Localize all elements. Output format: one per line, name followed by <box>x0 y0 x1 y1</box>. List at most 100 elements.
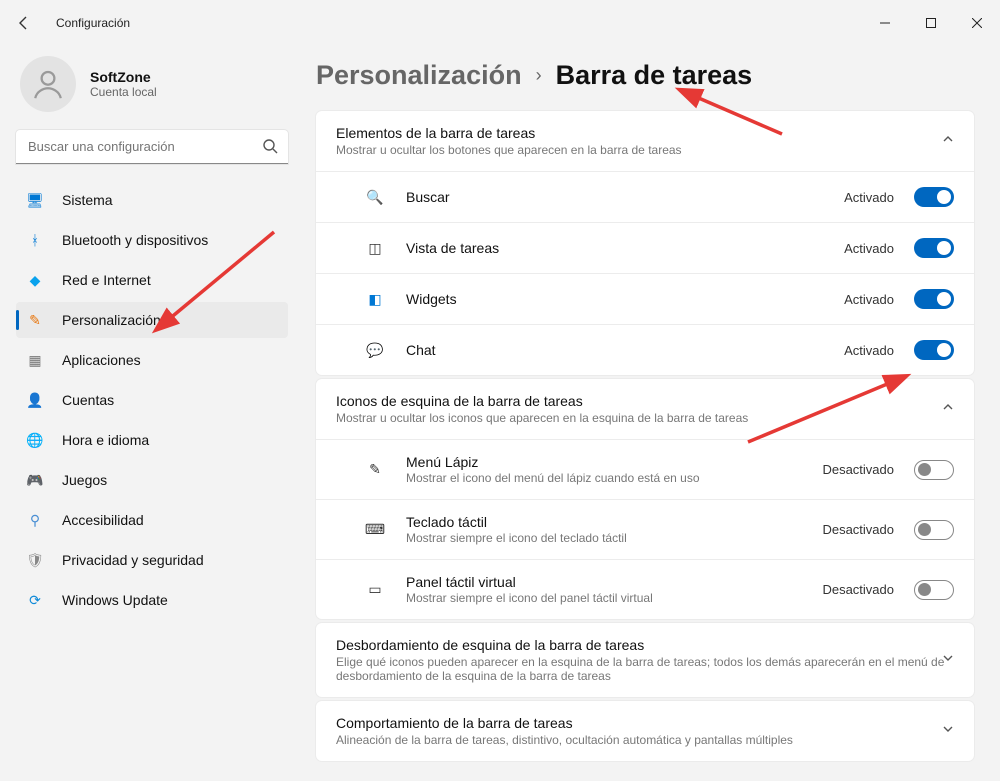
user-name: SoftZone <box>90 69 157 85</box>
row-widgets: ◧ Widgets Activado <box>316 273 974 324</box>
row-buscar: 🔍 Buscar Activado <box>316 171 974 222</box>
maximize-icon <box>926 18 936 28</box>
section-title: Iconos de esquina de la barra de tareas <box>336 393 954 409</box>
maximize-button[interactable] <box>908 0 954 46</box>
nav-list: 🖥Sistema ᚼBluetooth y dispositivos ◆ Red e … <box>16 182 288 618</box>
chevron-up-icon <box>942 400 954 418</box>
widgets-icon: ◧ <box>364 288 386 310</box>
breadcrumb: Personalización › Barra de tareas <box>316 60 974 91</box>
sidebar-item-label: Privacidad y seguridad <box>62 552 204 568</box>
sidebar-item-label: Hora e idioma <box>62 432 149 448</box>
lapiz-icon: ✎ <box>364 459 386 481</box>
sidebar-item-aplicaciones[interactable]: ▦Aplicaciones <box>16 342 288 378</box>
breadcrumb-parent[interactable]: Personalización <box>316 60 522 91</box>
toggle-teclado[interactable] <box>914 520 954 540</box>
toggle-chat[interactable] <box>914 340 954 360</box>
sidebar-item-update[interactable]: ⟳ Windows Update <box>16 582 288 618</box>
sidebar-item-accesibilidad[interactable]: ⚲Accesibilidad <box>16 502 288 538</box>
row-teclado: ⌨ Teclado táctil Mostrar siempre el icon… <box>316 499 974 559</box>
section-title: Comportamiento de la barra de tareas <box>336 715 954 731</box>
titlebar-left: Configuración <box>8 7 130 39</box>
window-controls <box>862 0 1000 46</box>
search-input[interactable] <box>16 130 288 164</box>
section-header-corner-icons[interactable]: Iconos de esquina de la barra de tareas … <box>316 379 974 439</box>
hora-icon: 🌐 <box>26 431 44 449</box>
row-subtitle: Mostrar siempre el icono del teclado tác… <box>406 531 822 545</box>
section-subtitle: Alineación de la barra de tareas, distin… <box>336 733 954 747</box>
sidebar-item-red[interactable]: ◆ Red e Internet <box>16 262 288 298</box>
chevron-down-icon <box>942 651 954 669</box>
sidebar-item-personalizacion[interactable]: ✎Personalización <box>16 302 288 338</box>
buscar-icon: 🔍 <box>364 186 386 208</box>
section-taskbar-items: Elementos de la barra de tareas Mostrar … <box>316 111 974 375</box>
chevron-up-icon <box>942 132 954 150</box>
toggle-panel[interactable] <box>914 580 954 600</box>
bluetooth-icon: ᚼ <box>26 231 44 249</box>
sidebar-item-label: Personalización <box>62 312 161 328</box>
avatar <box>20 56 76 112</box>
sidebar-item-hora[interactable]: 🌐 Hora e idioma <box>16 422 288 458</box>
sidebar-item-sistema[interactable]: 🖥Sistema <box>16 182 288 218</box>
toggle-state-label: Activado <box>844 292 894 307</box>
main: Personalización › Barra de tareas Elemen… <box>300 46 1000 781</box>
sidebar-item-privacidad[interactable]: 🛡 Privacidad y seguridad <box>16 542 288 578</box>
section-header-overflow[interactable]: Desbordamiento de esquina de la barra de… <box>316 623 974 697</box>
aplicaciones-icon: ▦ <box>26 351 44 369</box>
sidebar-item-cuentas[interactable]: 👤Cuentas <box>16 382 288 418</box>
close-button[interactable] <box>954 0 1000 46</box>
toggle-lapiz[interactable] <box>914 460 954 480</box>
minimize-icon <box>880 18 890 28</box>
teclado-icon: ⌨ <box>364 519 386 541</box>
row-subtitle: Mostrar siempre el icono del panel tácti… <box>406 591 822 605</box>
sidebar-item-label: Windows Update <box>62 592 168 608</box>
back-button[interactable] <box>8 7 40 39</box>
page-title: Barra de tareas <box>556 60 753 91</box>
section-corner-icons: Iconos de esquina de la barra de tareas … <box>316 379 974 619</box>
tareas-icon: ◫ <box>364 237 386 259</box>
arrow-left-icon <box>16 15 32 31</box>
section-header-taskbar-items[interactable]: Elementos de la barra de tareas Mostrar … <box>316 111 974 171</box>
chevron-down-icon <box>942 722 954 740</box>
section-subtitle: Mostrar u ocultar los iconos que aparece… <box>336 411 954 425</box>
content: SoftZone Cuenta local 🖥Sistema ᚼBluetooth… <box>0 46 1000 781</box>
toggle-widgets[interactable] <box>914 289 954 309</box>
minimize-button[interactable] <box>862 0 908 46</box>
toggle-state-label: Desactivado <box>822 582 894 597</box>
toggle-tareas[interactable] <box>914 238 954 258</box>
sidebar-item-bluetooth[interactable]: ᚼBluetooth y dispositivos <box>16 222 288 258</box>
section-overflow: Desbordamiento de esquina de la barra de… <box>316 623 974 697</box>
sidebar-item-label: Red e Internet <box>62 272 151 288</box>
titlebar: Configuración <box>0 0 1000 46</box>
app-title: Configuración <box>56 16 130 30</box>
section-header-behavior[interactable]: Comportamiento de la barra de tareas Ali… <box>316 701 974 761</box>
sidebar-item-juegos[interactable]: 🎮Juegos <box>16 462 288 498</box>
row-title: Widgets <box>406 291 844 307</box>
sidebar: SoftZone Cuenta local 🖥Sistema ᚼBluetooth… <box>0 46 300 781</box>
chevron-right-icon: › <box>536 65 542 86</box>
user-block[interactable]: SoftZone Cuenta local <box>16 56 288 112</box>
toggle-state-label: Activado <box>844 343 894 358</box>
section-behavior: Comportamiento de la barra de tareas Ali… <box>316 701 974 761</box>
row-subtitle: Mostrar el icono del menú del lápiz cuan… <box>406 471 822 485</box>
toggle-buscar[interactable] <box>914 187 954 207</box>
toggle-state-label: Desactivado <box>822 522 894 537</box>
row-tareas: ◫ Vista de tareas Activado <box>316 222 974 273</box>
row-panel: ▭ Panel táctil virtual Mostrar siempre e… <box>316 559 974 619</box>
toggle-state-label: Activado <box>844 241 894 256</box>
red-icon: ◆ <box>26 271 44 289</box>
section-subtitle: Elige qué iconos pueden aparecer en la e… <box>336 655 954 683</box>
row-title: Menú Lápiz <box>406 454 822 470</box>
panel-icon: ▭ <box>364 579 386 601</box>
update-icon: ⟳ <box>26 591 44 609</box>
search-icon <box>262 138 278 159</box>
search-box <box>16 130 288 164</box>
row-lapiz: ✎ Menú Lápiz Mostrar el icono del menú d… <box>316 439 974 499</box>
row-title: Panel táctil virtual <box>406 574 822 590</box>
row-title: Vista de tareas <box>406 240 844 256</box>
sistema-icon: 🖥 <box>26 191 44 209</box>
privacidad-icon: 🛡 <box>26 551 44 569</box>
row-title: Teclado táctil <box>406 514 822 530</box>
user-icon <box>31 67 65 101</box>
juegos-icon: 🎮 <box>26 471 44 489</box>
chat-icon: 💬 <box>364 339 386 361</box>
